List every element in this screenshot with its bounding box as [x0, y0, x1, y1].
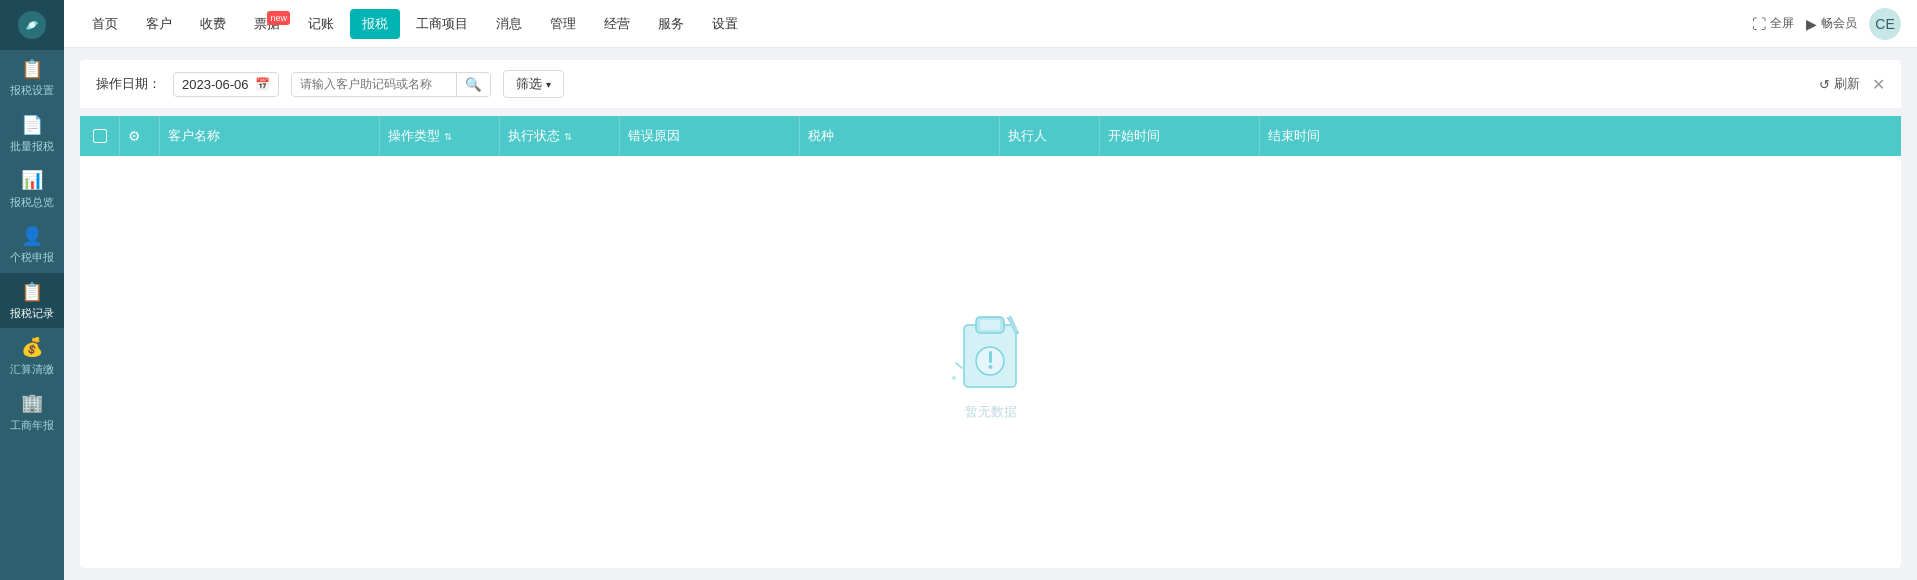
settings-icon[interactable]: ⚙	[128, 128, 141, 144]
date-value: 2023-06-06	[182, 77, 249, 92]
table-header-executor: 执行人	[1000, 116, 1100, 156]
date-input[interactable]: 2023-06-06 📅	[173, 72, 279, 97]
sidebar-label: 报税总览	[10, 195, 54, 209]
avatar-text: CE	[1875, 16, 1894, 32]
topnav-item-jingying[interactable]: 经营	[592, 9, 642, 39]
sidebar-item-baoshui-zonglian[interactable]: 📊 报税总览	[0, 161, 64, 217]
sidebar-label: 报税设置	[10, 83, 54, 97]
geshuishenb-icon: 👤	[21, 225, 43, 248]
table-header-start_time: 开始时间	[1100, 116, 1260, 156]
table-header-end_time: 结束时间	[1260, 116, 1380, 156]
empty-text: 暂无数据	[965, 403, 1017, 421]
filter-button[interactable]: 筛选 ▾	[503, 70, 564, 98]
filter-label: 筛选	[516, 75, 542, 93]
refresh-label: 刷新	[1834, 75, 1860, 93]
sidebar-item-geshuishenb[interactable]: 👤 个税申报	[0, 217, 64, 273]
topnav-item-baoshui[interactable]: 报税	[350, 9, 400, 39]
topnav-item-guanli[interactable]: 管理	[538, 9, 588, 39]
content-area: 操作日期： 2023-06-06 📅 🔍 筛选 ▾ ↺	[64, 48, 1917, 580]
topnav-item-xiaoxi[interactable]: 消息	[484, 9, 534, 39]
baoshui-zonglian-icon: 📊	[21, 169, 43, 192]
table-header: ⚙ 客户名称操作类型 ⇅执行状态 ⇅错误原因税种执行人开始时间结束时间	[80, 116, 1901, 156]
topnav-items: 首页客户收费票据new记账报税工商项目消息管理经营服务设置	[80, 9, 1752, 39]
table-header-operation_type[interactable]: 操作类型 ⇅	[380, 116, 500, 156]
main-container: 首页客户收费票据new记账报税工商项目消息管理经营服务设置 ⛶ 全屏 ▶ 畅会员…	[64, 0, 1917, 580]
sidebar-item-piliang-baoshui[interactable]: 📄 批量报税	[0, 106, 64, 162]
sidebar-item-baoshui-jilu[interactable]: 📋 报税记录	[0, 273, 64, 329]
search-input[interactable]	[292, 73, 456, 95]
topnav-item-fuwu[interactable]: 服务	[646, 9, 696, 39]
svg-point-1	[29, 22, 35, 28]
search-icon: 🔍	[465, 77, 482, 92]
table-header-customer_name: 客户名称	[160, 116, 380, 156]
topnav-right: ⛶ 全屏 ▶ 畅会员 CE	[1752, 8, 1901, 40]
sidebar-label: 报税记录	[10, 306, 54, 320]
sidebar-item-huisuan-jiaona[interactable]: 💰 汇算清缴	[0, 328, 64, 384]
table-header-error_reason: 错误原因	[620, 116, 800, 156]
sidebar-label: 工商年报	[10, 418, 54, 432]
fullscreen-icon: ⛶	[1752, 16, 1766, 32]
svg-point-13	[952, 376, 956, 380]
piliang-baoshui-icon: 📄	[21, 114, 43, 137]
table-container: ⚙ 客户名称操作类型 ⇅执行状态 ⇅错误原因税种执行人开始时间结束时间	[80, 116, 1901, 568]
svg-line-12	[956, 363, 962, 368]
empty-state: 暂无数据	[80, 156, 1901, 568]
topnav-item-customer[interactable]: 客户	[134, 9, 184, 39]
date-label: 操作日期：	[96, 75, 161, 93]
refresh-icon: ↺	[1819, 77, 1830, 92]
table-header-tax_type: 税种	[800, 116, 1000, 156]
close-button[interactable]: ✕	[1872, 75, 1885, 94]
topnav-item-shoufei[interactable]: 收费	[188, 9, 238, 39]
member-button[interactable]: ▶ 畅会员	[1806, 15, 1857, 32]
sidebar: 📋 报税设置 📄 批量报税 📊 报税总览 👤 个税申报 📋 报税记录 💰 汇算清缴 🏢 工商年报	[0, 0, 64, 580]
sidebar-item-gongshang-nianbao[interactable]: 🏢 工商年报	[0, 384, 64, 440]
huisuan-jiaona-icon: 💰	[21, 336, 43, 359]
search-button[interactable]: 🔍	[456, 73, 490, 96]
gongshang-nianbao-icon: 🏢	[21, 392, 43, 415]
toolbar: 操作日期： 2023-06-06 📅 🔍 筛选 ▾ ↺	[80, 60, 1901, 108]
baoshui-shezhi-icon: 📋	[21, 58, 43, 81]
empty-illustration	[946, 303, 1036, 403]
baoshui-jilu-icon: 📋	[21, 281, 43, 304]
svg-rect-8	[989, 351, 992, 363]
svg-rect-5	[980, 320, 1000, 330]
table-header-checkbox	[80, 116, 120, 156]
topnav-item-jizhan[interactable]: 记账	[296, 9, 346, 39]
table-header-exec_status[interactable]: 执行状态 ⇅	[500, 116, 620, 156]
video-icon: ▶	[1806, 16, 1817, 32]
page-content: 操作日期： 2023-06-06 📅 🔍 筛选 ▾ ↺	[64, 48, 1917, 580]
select-all-checkbox[interactable]	[93, 129, 107, 143]
topnav-item-shezhi[interactable]: 设置	[700, 9, 750, 39]
sidebar-label: 个税申报	[10, 250, 54, 264]
calendar-icon: 📅	[255, 77, 270, 91]
member-label: 畅会员	[1821, 15, 1857, 32]
avatar[interactable]: CE	[1869, 8, 1901, 40]
sort-icon: ⇅	[564, 131, 572, 142]
topnav-item-home[interactable]: 首页	[80, 9, 130, 39]
refresh-button[interactable]: ↺ 刷新	[1819, 75, 1860, 93]
sidebar-label: 批量报税	[10, 139, 54, 153]
sidebar-logo[interactable]	[0, 0, 64, 50]
sort-icon: ⇅	[444, 131, 452, 142]
chevron-down-icon: ▾	[546, 79, 551, 90]
sidebar-label: 汇算清缴	[10, 362, 54, 376]
fullscreen-button[interactable]: ⛶ 全屏	[1752, 15, 1794, 32]
topnav: 首页客户收费票据new记账报税工商项目消息管理经营服务设置 ⛶ 全屏 ▶ 畅会员…	[64, 0, 1917, 48]
search-box: 🔍	[291, 72, 491, 97]
new-badge: new	[267, 11, 290, 25]
svg-point-9	[988, 365, 992, 369]
sidebar-item-baoshui-shezhi[interactable]: 📋 报税设置	[0, 50, 64, 106]
topnav-item-gongshang[interactable]: 工商项目	[404, 9, 480, 39]
fullscreen-label: 全屏	[1770, 15, 1794, 32]
topnav-item-piao[interactable]: 票据new	[242, 9, 292, 39]
table-header-settings: ⚙	[120, 116, 160, 156]
toolbar-right: ↺ 刷新 ✕	[1819, 75, 1885, 94]
